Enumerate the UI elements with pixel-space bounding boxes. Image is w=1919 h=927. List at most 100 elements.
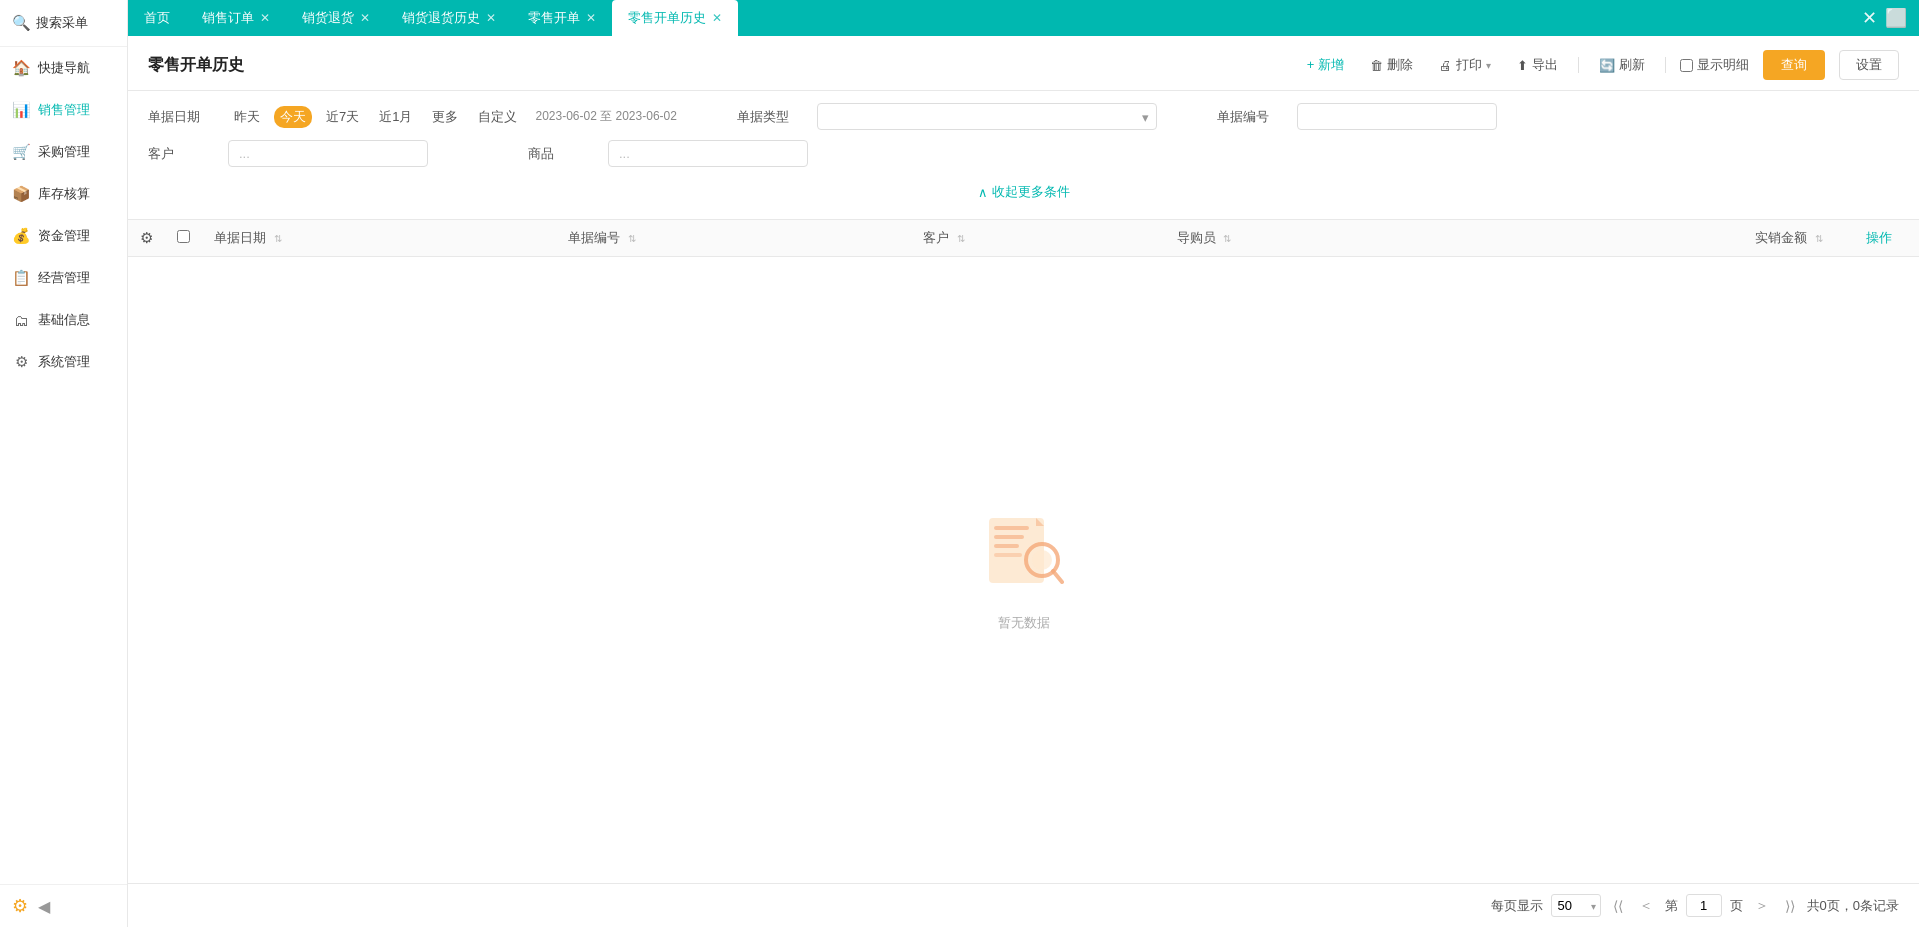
sort-icon-customer: ⇅ bbox=[957, 233, 965, 244]
tab-sales-order[interactable]: 销售订单 ✕ bbox=[186, 0, 286, 36]
sidebar-search[interactable]: 🔍 搜索采单 bbox=[0, 0, 127, 47]
th-customer[interactable]: 客户 ⇅ bbox=[911, 220, 1165, 257]
sidebar-item-label: 库存核算 bbox=[38, 185, 90, 203]
th-no[interactable]: 单据编号 ⇅ bbox=[556, 220, 910, 257]
sidebar-item-label: 采购管理 bbox=[38, 143, 90, 161]
th-customer-label: 客户 bbox=[923, 230, 949, 245]
date-btn-more[interactable]: 更多 bbox=[426, 106, 464, 128]
sort-icon-date: ⇅ bbox=[274, 233, 282, 244]
sidebar-item-label: 销售管理 bbox=[38, 101, 90, 119]
show-detail-toggle[interactable]: 显示明细 bbox=[1680, 56, 1749, 74]
tab-retail-open-history[interactable]: 零售开单历史 ✕ bbox=[612, 0, 738, 36]
sidebar-item-purchase-mgmt[interactable]: 🛒 采购管理 bbox=[0, 131, 127, 173]
sidebar-item-label: 经营管理 bbox=[38, 269, 90, 287]
show-detail-label: 显示明细 bbox=[1697, 56, 1749, 74]
tab-close-icon[interactable]: ✕ bbox=[712, 11, 722, 25]
sidebar-item-label: 快捷导航 bbox=[38, 59, 90, 77]
tab-label: 零售开单 bbox=[528, 9, 580, 27]
th-date[interactable]: 单据日期 ⇅ bbox=[202, 220, 556, 257]
add-label: + 新增 bbox=[1307, 56, 1344, 74]
refresh-button[interactable]: 🔄 刷新 bbox=[1593, 52, 1651, 78]
add-button[interactable]: + 新增 bbox=[1301, 52, 1350, 78]
main-content: 首页 销售订单 ✕ 销货退货 ✕ 销货退货历史 ✕ 零售开单 ✕ 零售开单历史 … bbox=[128, 0, 1919, 927]
th-salesperson[interactable]: 导购员 ⇅ bbox=[1165, 220, 1469, 257]
export-icon: ⬆ bbox=[1517, 58, 1528, 73]
tab-label: 销货退货 bbox=[302, 9, 354, 27]
tab-close-icon[interactable]: ✕ bbox=[260, 11, 270, 25]
table-settings-icon[interactable]: ⚙ bbox=[140, 229, 153, 246]
tab-close-icon[interactable]: ✕ bbox=[360, 11, 370, 25]
sidebar-item-quick-nav[interactable]: 🏠 快捷导航 bbox=[0, 47, 127, 89]
date-btn-yesterday[interactable]: 昨天 bbox=[228, 106, 266, 128]
window-close-icon[interactable]: ✕ bbox=[1862, 7, 1877, 29]
footer-collapse-icon[interactable]: ◀ bbox=[38, 897, 50, 916]
product-input[interactable]: ... bbox=[608, 140, 808, 167]
tab-close-icon[interactable]: ✕ bbox=[486, 11, 496, 25]
prev-page-btn[interactable]: ＜ bbox=[1635, 895, 1657, 917]
filter-row-2: 客户 ... 商品 ... bbox=[148, 140, 1899, 167]
delete-label: 删除 bbox=[1387, 56, 1413, 74]
query-button[interactable]: 查询 bbox=[1763, 50, 1825, 80]
last-page-btn[interactable]: ⟩⟩ bbox=[1781, 896, 1799, 916]
delete-button[interactable]: 🗑 删除 bbox=[1364, 52, 1419, 78]
date-btn-last1month[interactable]: 近1月 bbox=[373, 106, 418, 128]
settings-button[interactable]: 设置 bbox=[1839, 50, 1899, 80]
sidebar-item-label: 系统管理 bbox=[38, 353, 90, 371]
sidebar-item-base-info[interactable]: 🗂 基础信息 bbox=[0, 299, 127, 341]
footer-settings-icon[interactable]: ⚙ bbox=[12, 895, 28, 917]
first-page-btn[interactable]: ⟨⟨ bbox=[1609, 896, 1627, 916]
date-btn-last7[interactable]: 近7天 bbox=[320, 106, 365, 128]
empty-icon bbox=[974, 508, 1074, 598]
sidebar-item-operations[interactable]: 📋 经营管理 bbox=[0, 257, 127, 299]
next-page-btn[interactable]: ＞ bbox=[1751, 895, 1773, 917]
search-icon: 🔍 bbox=[12, 14, 30, 32]
doc-type-select[interactable] bbox=[817, 103, 1157, 130]
toolbar: + 新增 🗑 删除 🖨 打印 ▾ ⬆ 导出 🔄 刷新 bbox=[1301, 50, 1899, 80]
window-restore-icon[interactable]: ⬜ bbox=[1885, 7, 1907, 29]
sidebar-item-sys-mgmt[interactable]: ⚙ 系统管理 bbox=[0, 341, 127, 383]
svg-rect-4 bbox=[994, 553, 1022, 557]
select-all-checkbox[interactable] bbox=[177, 230, 190, 243]
tab-sales-return[interactable]: 销货退货 ✕ bbox=[286, 0, 386, 36]
sidebar-item-label: 资金管理 bbox=[38, 227, 90, 245]
th-no-label: 单据编号 bbox=[568, 230, 620, 245]
filter-area: 单据日期 昨天 今天 近7天 近1月 更多 自定义 2023-06-02 至 2… bbox=[128, 91, 1919, 220]
th-salesperson-label: 导购员 bbox=[1177, 230, 1216, 245]
tab-close-icon[interactable]: ✕ bbox=[586, 11, 596, 25]
product-placeholder: ... bbox=[619, 146, 630, 161]
customer-input[interactable]: ... bbox=[228, 140, 428, 167]
toolbar-divider-2 bbox=[1665, 57, 1666, 73]
sidebar-item-inventory[interactable]: 📦 库存核算 bbox=[0, 173, 127, 215]
sidebar-search-label: 搜索采单 bbox=[36, 14, 88, 32]
sidebar-item-sales-mgmt[interactable]: 📊 销售管理 bbox=[0, 89, 127, 131]
quick-nav-icon: 🏠 bbox=[12, 59, 30, 77]
purchase-mgmt-icon: 🛒 bbox=[12, 143, 30, 161]
empty-text: 暂无数据 bbox=[998, 614, 1050, 632]
doc-no-input[interactable] bbox=[1297, 103, 1497, 130]
collapse-label: 收起更多条件 bbox=[992, 183, 1070, 201]
tab-home[interactable]: 首页 bbox=[128, 0, 186, 36]
base-info-icon: 🗂 bbox=[12, 311, 30, 329]
doc-no-label: 单据编号 bbox=[1217, 108, 1277, 126]
tab-sales-return-history[interactable]: 销货退货历史 ✕ bbox=[386, 0, 512, 36]
pagination: 每页显示 50 100 200 ⟨⟨ ＜ 第 页 ＞ ⟩⟩ 共0页，0条记录 bbox=[128, 883, 1919, 927]
collapse-more-btn[interactable]: ∧ 收起更多条件 bbox=[148, 177, 1899, 207]
current-page-input[interactable] bbox=[1686, 894, 1722, 917]
sidebar-item-finance[interactable]: 💰 资金管理 bbox=[0, 215, 127, 257]
show-detail-checkbox[interactable] bbox=[1680, 59, 1693, 72]
th-amount[interactable]: 实销金额 ⇅ bbox=[1469, 220, 1839, 257]
th-ops: 操作 bbox=[1839, 220, 1919, 257]
sort-icon-amount: ⇅ bbox=[1815, 233, 1823, 244]
refresh-icon: 🔄 bbox=[1599, 58, 1615, 73]
date-btn-custom[interactable]: 自定义 bbox=[472, 106, 523, 128]
print-button[interactable]: 🖨 打印 ▾ bbox=[1433, 52, 1497, 78]
date-btn-today[interactable]: 今天 bbox=[274, 106, 312, 128]
table-area: ⚙ 单据日期 ⇅ 单据编号 ⇅ bbox=[128, 220, 1919, 883]
export-button[interactable]: ⬆ 导出 bbox=[1511, 52, 1564, 78]
sidebar: 🔍 搜索采单 🏠 快捷导航 📊 销售管理 🛒 采购管理 📦 库存核算 💰 资金管… bbox=[0, 0, 128, 927]
per-page-select[interactable]: 50 100 200 bbox=[1551, 894, 1601, 917]
sort-icon-salesperson: ⇅ bbox=[1223, 233, 1231, 244]
finance-icon: 💰 bbox=[12, 227, 30, 245]
sort-icon-no: ⇅ bbox=[628, 233, 636, 244]
tab-retail-open[interactable]: 零售开单 ✕ bbox=[512, 0, 612, 36]
